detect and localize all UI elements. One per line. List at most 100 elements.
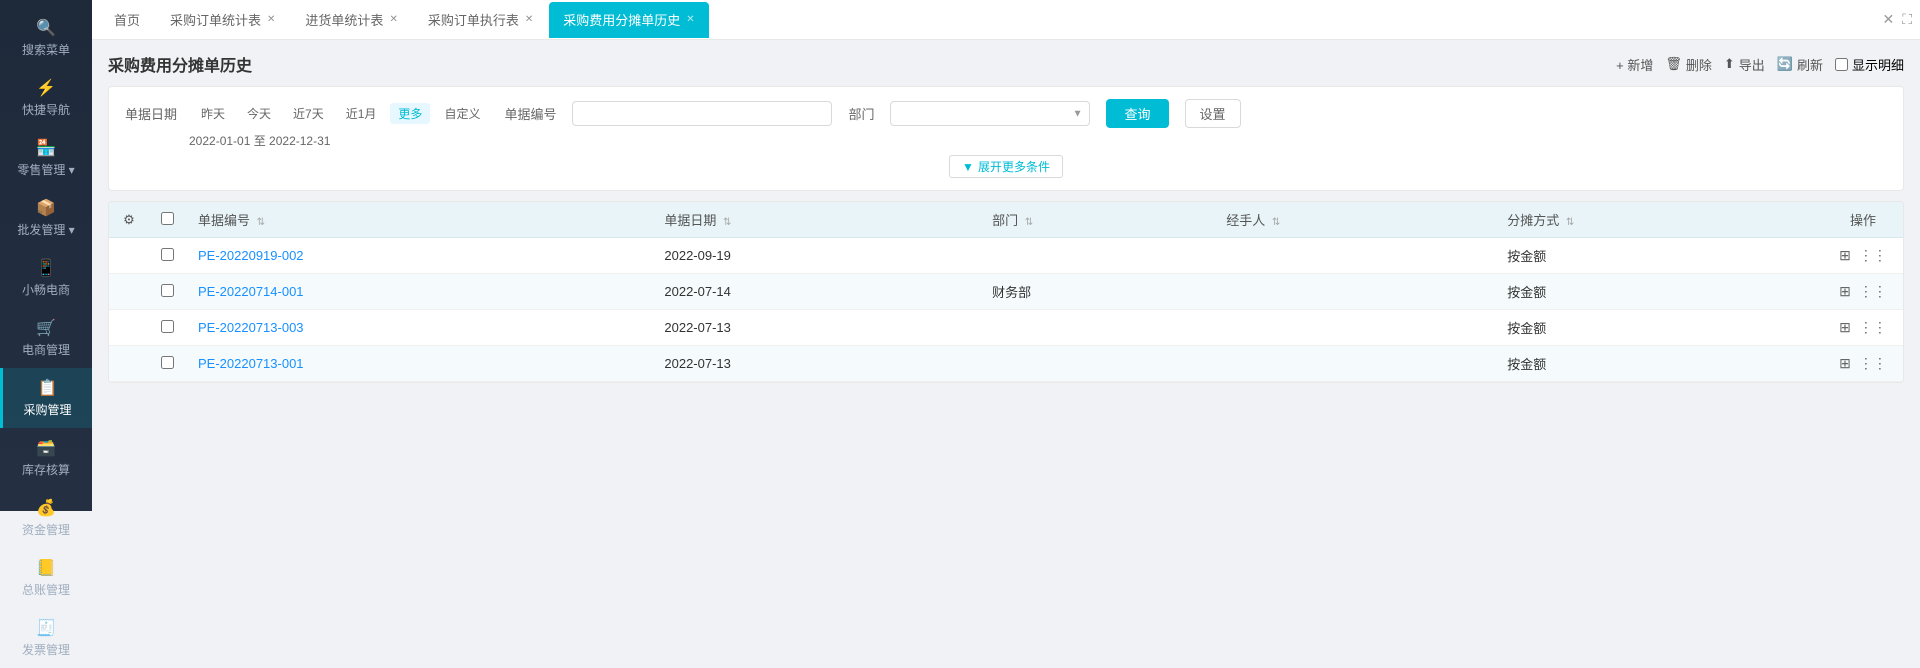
invoice-icon: 🧾 xyxy=(36,618,56,638)
table-header-row: ⚙ 单据编号 ⇅ 单据日期 ⇅ xyxy=(109,202,1903,238)
date-custom[interactable]: 自定义 xyxy=(436,103,488,124)
row-checkbox-2[interactable] xyxy=(161,320,174,333)
date-7days[interactable]: 近7天 xyxy=(285,103,332,124)
search-icon: 🔍 xyxy=(36,18,56,38)
sidebar-item-capital[interactable]: 💰 资金管理 xyxy=(0,488,92,548)
refresh-button[interactable]: 🔄 刷新 xyxy=(1777,55,1823,74)
row-more-icon-1[interactable]: ⋮⋮ xyxy=(1859,283,1887,300)
page-header: 采购费用分摊单历史 + 新增 🗑 删除 ⬆ 导出 🔄 刷新 显示明细 xyxy=(108,52,1904,76)
doc-no-label: 单据编号 xyxy=(504,104,556,123)
sort-split-method-icon[interactable]: ⇅ xyxy=(1566,217,1574,228)
doc-no-link-1[interactable]: PE-20220714-001 xyxy=(198,284,304,299)
row-checkbox-0[interactable] xyxy=(161,248,174,261)
date-yesterday[interactable]: 昨天 xyxy=(193,103,233,124)
col-header-doc-no: 单据编号 ⇅ xyxy=(186,202,652,238)
row-doc-no-0: PE-20220919-002 xyxy=(186,238,652,274)
row-dept-3 xyxy=(980,346,1214,382)
row-more-icon-3[interactable]: ⋮⋮ xyxy=(1859,355,1887,372)
row-view-icon-3[interactable]: ⊞ xyxy=(1839,355,1851,372)
row-view-icon-0[interactable]: ⊞ xyxy=(1839,247,1851,264)
tab-close-purchase-order-exec[interactable]: ✕ xyxy=(525,14,533,25)
row-view-icon-2[interactable]: ⊞ xyxy=(1839,319,1851,336)
date-1month[interactable]: 近1月 xyxy=(338,103,385,124)
row-doc-date-0: 2022-09-19 xyxy=(652,238,980,274)
tab-label-home: 首页 xyxy=(114,10,140,29)
page-title: 采购费用分摊单历史 xyxy=(108,52,252,76)
sidebar-label-wholesale: 批发管理 ▾ xyxy=(17,221,74,238)
gear-icon[interactable]: ⚙ xyxy=(123,212,135,227)
row-handler-0 xyxy=(1214,238,1495,274)
row-checkbox-3[interactable] xyxy=(161,356,174,369)
settings-button[interactable]: 设置 xyxy=(1185,99,1241,128)
date-range-display: 2022-01-01 至 2022-12-31 xyxy=(189,134,330,148)
col-header-doc-date: 单据日期 ⇅ xyxy=(652,202,980,238)
sidebar-label-quicknav: 快捷导航 xyxy=(22,101,70,118)
close-window-icon[interactable]: ✕ xyxy=(1882,11,1894,28)
date-more[interactable]: 更多 xyxy=(390,103,430,124)
row-checkbox-1[interactable] xyxy=(161,284,174,297)
toolbar: + 新增 🗑 删除 ⬆ 导出 🔄 刷新 显示明细 xyxy=(1616,55,1904,74)
delete-button[interactable]: 🗑 删除 xyxy=(1665,55,1712,74)
sidebar-item-ecommerce[interactable]: 🛒电商管理 xyxy=(0,308,92,368)
quicknav-icon: ⚡ xyxy=(36,78,56,98)
row-dept-1: 财务部 xyxy=(980,274,1214,310)
tab-purchase-order-exec[interactable]: 采购订单执行表✕ xyxy=(414,2,547,38)
tab-purchase-cost-split[interactable]: 采购费用分摊单历史✕ xyxy=(549,2,708,38)
sidebar-item-quicknav[interactable]: ⚡ 快捷导航 xyxy=(0,68,92,128)
expand-more-button[interactable]: ▼ 展开更多条件 xyxy=(949,155,1063,178)
sidebar-label-search: 搜索菜单 xyxy=(22,41,70,58)
row-view-icon-1[interactable]: ⊞ xyxy=(1839,283,1851,300)
add-button[interactable]: + 新增 xyxy=(1616,55,1653,74)
tab-close-purchase-order-stats[interactable]: ✕ xyxy=(267,14,275,25)
tab-inbound-stats[interactable]: 进货单统计表 ✕ xyxy=(291,2,411,38)
sidebar-item-search[interactable]: 🔍 搜索菜单 xyxy=(0,8,92,68)
sidebar-item-ledger[interactable]: 📒总账管理 xyxy=(0,548,92,608)
sidebar-label-mobile: 小畅电商 xyxy=(22,281,70,298)
doc-no-link-0[interactable]: PE-20220919-002 xyxy=(198,248,304,263)
sidebar-item-wholesale[interactable]: 📦 批发管理 ▾ xyxy=(0,188,92,248)
sort-handler-icon[interactable]: ⇅ xyxy=(1272,217,1280,228)
row-doc-no-2: PE-20220713-003 xyxy=(186,310,652,346)
sort-doc-date-icon[interactable]: ⇅ xyxy=(723,217,731,228)
sidebar-item-inventory[interactable]: 🗃️库存核算 xyxy=(0,428,92,488)
sort-doc-no-icon[interactable]: ⇅ xyxy=(257,217,265,228)
show-detail-checkbox[interactable]: 显示明细 xyxy=(1835,55,1904,74)
row-actions-0: ⊞ ⋮⋮ xyxy=(1823,238,1903,274)
doc-no-link-2[interactable]: PE-20220713-003 xyxy=(198,320,304,335)
date-today[interactable]: 今天 xyxy=(239,103,279,124)
sidebar-item-retail[interactable]: 🏪零售管理 ▾ xyxy=(0,128,92,188)
row-more-icon-2[interactable]: ⋮⋮ xyxy=(1859,319,1887,336)
tab-home[interactable]: 首页 xyxy=(100,2,154,38)
doc-no-input[interactable] xyxy=(572,101,832,126)
row-dept-0 xyxy=(980,238,1214,274)
wholesale-icon: 📦 xyxy=(36,198,56,218)
sidebar-item-mobile[interactable]: 📱小畅电商 xyxy=(0,248,92,308)
sidebar-item-invoice[interactable]: 🧾发票管理 xyxy=(0,608,92,668)
inventory-icon: 🗃️ xyxy=(36,438,56,458)
export-icon: ⬆ xyxy=(1724,56,1735,72)
fullscreen-icon[interactable]: ⛶ xyxy=(1902,11,1912,28)
tab-close-purchase-cost-split[interactable]: ✕ xyxy=(686,14,694,25)
table-row: PE-20220713-003 2022-07-13 按金额 ⊞ ⋮⋮ xyxy=(109,310,1903,346)
sort-dept-icon[interactable]: ⇅ xyxy=(1025,217,1033,228)
row-more-icon-0[interactable]: ⋮⋮ xyxy=(1859,247,1887,264)
row-handler-2 xyxy=(1214,310,1495,346)
capital-icon: 💰 xyxy=(36,498,56,518)
tab-purchase-order-stats[interactable]: 采购订单统计表 ✕ xyxy=(156,2,289,38)
sidebar-label-purchase: 采购管理 xyxy=(23,401,71,418)
row-doc-date-3: 2022-07-13 xyxy=(652,346,980,382)
show-detail-input[interactable] xyxy=(1835,58,1848,71)
row-gear-3 xyxy=(109,346,149,382)
tab-label-purchase-order-stats: 采购订单统计表 xyxy=(170,10,261,29)
row-actions-3: ⊞ ⋮⋮ xyxy=(1823,346,1903,382)
select-all-checkbox[interactable] xyxy=(161,212,174,225)
tab-label-inbound-stats: 进货单统计表 xyxy=(305,10,383,29)
export-button[interactable]: ⬆ 导出 xyxy=(1724,55,1765,74)
tab-close-inbound-stats[interactable]: ✕ xyxy=(389,14,397,25)
sidebar-item-purchase[interactable]: 📋采购管理 xyxy=(0,368,92,428)
row-actions-1: ⊞ ⋮⋮ xyxy=(1823,274,1903,310)
dept-select[interactable] xyxy=(890,101,1090,126)
doc-no-link-3[interactable]: PE-20220713-001 xyxy=(198,356,304,371)
query-button[interactable]: 查询 xyxy=(1106,99,1168,128)
sidebar-label-capital: 资金管理 xyxy=(22,521,70,538)
